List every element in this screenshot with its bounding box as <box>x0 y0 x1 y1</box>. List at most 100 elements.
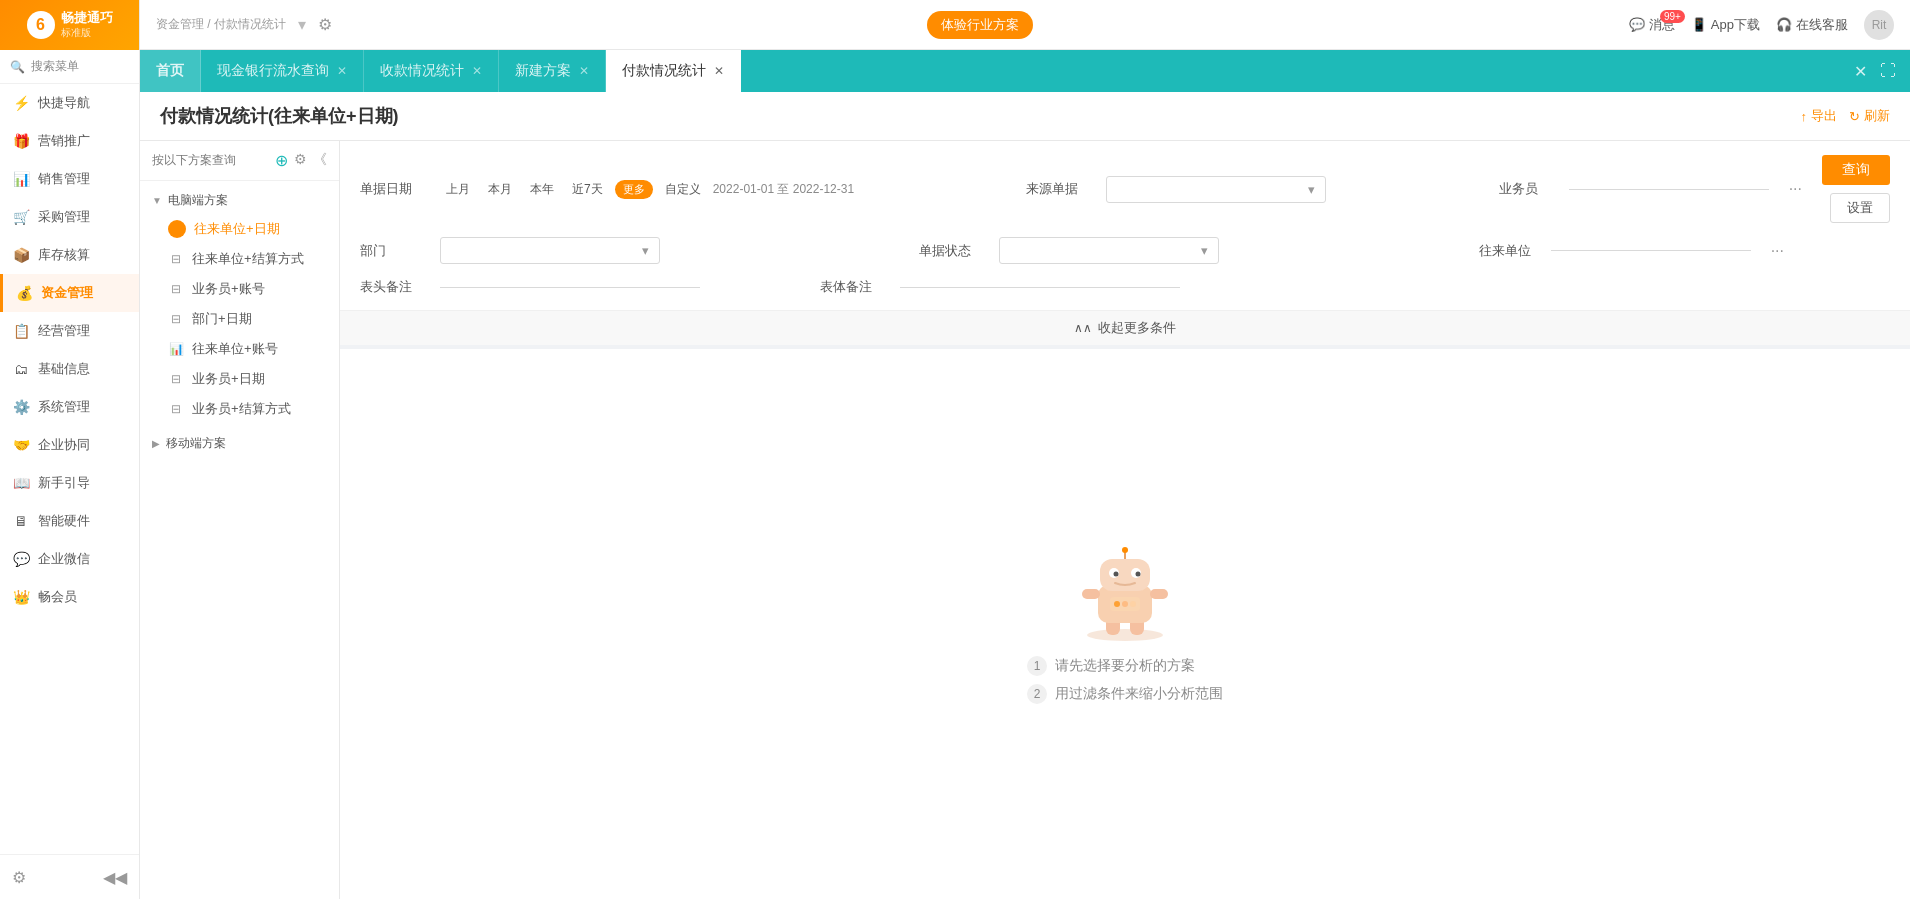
collapse-bar[interactable]: ∧∧ 收起更多条件 <box>340 310 1910 345</box>
sidebar-item-operations[interactable]: 📋 经营管理 <box>0 312 139 350</box>
scheme-item-label: 业务员+账号 <box>192 280 265 298</box>
scheme-item-salesman-date[interactable]: ⊟ 业务员+日期 <box>140 364 339 394</box>
operations-icon: 📋 <box>12 322 30 340</box>
topbar-left: 资金管理 / 付款情况统计 ▾ ⚙ <box>156 15 332 34</box>
sidebar-item-wechat[interactable]: 💬 企业微信 <box>0 540 139 578</box>
source-select[interactable]: ▾ <box>1106 176 1326 203</box>
sidebar-item-label: 快捷导航 <box>38 94 90 112</box>
date-opt-last-month[interactable]: 上月 <box>440 179 476 200</box>
sidebar-item-label: 采购管理 <box>38 208 90 226</box>
app-title: 畅捷通巧 <box>61 10 113 26</box>
enterprise-icon: 🤝 <box>12 436 30 454</box>
date-options: 上月 本月 本年 近7天 更多 自定义 2022-01-01 至 2022-12… <box>440 179 854 200</box>
scheme-item-salesman-settle[interactable]: ⊟ 业务员+结算方式 <box>140 394 339 424</box>
sidebar-item-hardware[interactable]: 🖥 智能硬件 <box>0 502 139 540</box>
tab-new-scheme[interactable]: 新建方案 ✕ <box>499 50 606 92</box>
salesman-dots-icon[interactable]: ··· <box>1789 180 1802 198</box>
sidebar-item-member[interactable]: 👑 畅会员 <box>0 578 139 616</box>
sidebar-search[interactable]: 🔍 搜索菜单 <box>0 50 139 84</box>
counterpart-dots-icon[interactable]: ··· <box>1771 242 1784 260</box>
tabbar-actions: ✕ ⛶ <box>1838 50 1910 92</box>
desktop-section-label: 电脑端方案 <box>168 192 228 209</box>
date-opt-this-month[interactable]: 本月 <box>482 179 518 200</box>
tip-num-2: 2 <box>1027 684 1047 704</box>
sidebar-item-system[interactable]: ⚙️ 系统管理 <box>0 388 139 426</box>
online-service-button[interactable]: 🎧 在线客服 <box>1776 16 1848 34</box>
scheme-panel-header: 按以下方案查询 ⊕ ⚙ 《 <box>140 141 339 181</box>
tab-home-label: 首页 <box>156 62 184 80</box>
date-opt-more[interactable]: 更多 <box>615 180 653 199</box>
tab-payment-stats-close-icon[interactable]: ✕ <box>714 64 724 78</box>
date-range-text: 2022-01-01 至 2022-12-31 <box>713 181 854 198</box>
app-title-block: 畅捷通巧 标准版 <box>61 10 113 40</box>
scheme-settings-icon[interactable]: ⚙ <box>294 151 307 170</box>
sidebar-item-purchase[interactable]: 🛒 采购管理 <box>0 198 139 236</box>
desktop-section-title[interactable]: ▼ 电脑端方案 <box>140 187 339 214</box>
source-label: 来源单据 <box>1026 180 1086 198</box>
sidebar-item-guide[interactable]: 📖 新手引导 <box>0 464 139 502</box>
scheme-item-label: 往来单位+日期 <box>194 220 280 238</box>
export-icon: ↑ <box>1801 109 1808 124</box>
doc-status-select[interactable]: ▾ <box>999 237 1219 264</box>
scheme-collapse-icon[interactable]: 《 <box>313 151 327 170</box>
dept-select[interactable]: ▾ <box>440 237 660 264</box>
header-note-label: 表头备注 <box>360 278 420 296</box>
header-note-input[interactable] <box>440 287 700 288</box>
basic-info-icon: 🗂 <box>12 360 30 378</box>
date-opt-this-year[interactable]: 本年 <box>524 179 560 200</box>
footer-settings-icon[interactable]: ⚙ <box>12 868 26 887</box>
scheme-item-label: 业务员+结算方式 <box>192 400 291 418</box>
footer-collapse-icon[interactable]: ◀◀ <box>103 868 127 887</box>
tab-new-scheme-close-icon[interactable]: ✕ <box>579 64 589 78</box>
app-download-button[interactable]: 📱 App下载 <box>1691 16 1760 34</box>
dropdown-arrow-icon[interactable]: ▾ <box>298 15 306 34</box>
collapse-label: 收起更多条件 <box>1098 319 1176 337</box>
tab-bank-flow-close-icon[interactable]: ✕ <box>337 64 347 78</box>
sidebar-item-quick-nav[interactable]: ⚡ 快捷导航 <box>0 84 139 122</box>
body-note-input[interactable] <box>900 287 1180 288</box>
svg-point-8 <box>1114 571 1119 576</box>
mobile-section-title[interactable]: ▶ 移动端方案 <box>140 430 339 457</box>
scheme-item-counterpart-settle[interactable]: ⊟ 往来单位+结算方式 <box>140 244 339 274</box>
scheme-add-icon[interactable]: ⊕ <box>275 151 288 170</box>
date-opt-7days[interactable]: 近7天 <box>566 179 609 200</box>
trial-button[interactable]: 体验行业方案 <box>927 11 1033 39</box>
sidebar-item-marketing[interactable]: 🎁 营销推广 <box>0 122 139 160</box>
scheme-item-salesman-account[interactable]: ⊟ 业务员+账号 <box>140 274 339 304</box>
topbar-settings-icon[interactable]: ⚙ <box>318 15 332 34</box>
scheme-table-icon: ⊟ <box>168 401 184 417</box>
sidebar-item-finance[interactable]: 💰 资金管理 <box>0 274 139 312</box>
tab-receipt-stats-close-icon[interactable]: ✕ <box>472 64 482 78</box>
date-opt-custom[interactable]: 自定义 <box>659 179 707 200</box>
tab-bank-flow[interactable]: 现金银行流水查询 ✕ <box>201 50 364 92</box>
salesman-input[interactable] <box>1569 189 1769 190</box>
refresh-button[interactable]: ↻ 刷新 <box>1849 107 1890 125</box>
tab-home[interactable]: 首页 <box>140 50 201 92</box>
scheme-item-label: 往来单位+结算方式 <box>192 250 304 268</box>
mobile-arrow-icon: ▶ <box>152 438 160 449</box>
scheme-item-label: 部门+日期 <box>192 310 252 328</box>
page-title: 付款情况统计(往来单位+日期) <box>160 104 399 128</box>
query-button[interactable]: 查询 <box>1822 155 1890 185</box>
scheme-item-counterpart-account[interactable]: 📊 往来单位+账号 <box>140 334 339 364</box>
export-button[interactable]: ↑ 导出 <box>1801 107 1838 125</box>
settings-button[interactable]: 设置 <box>1830 193 1890 223</box>
tab-maximize-icon[interactable]: ⛶ <box>1876 59 1900 83</box>
tab-close-all-icon[interactable]: ✕ <box>1848 59 1872 83</box>
message-icon: 💬 <box>1629 17 1645 32</box>
dept-label: 部门 <box>360 242 420 260</box>
tab-payment-stats[interactable]: 付款情况统计 ✕ <box>606 50 741 92</box>
app-icon: 📱 <box>1691 17 1707 32</box>
scheme-item-dept-date[interactable]: ⊟ 部门+日期 <box>140 304 339 334</box>
sidebar-item-enterprise[interactable]: 🤝 企业协同 <box>0 426 139 464</box>
sidebar-item-inventory[interactable]: 📦 库存核算 <box>0 236 139 274</box>
sidebar-item-sales[interactable]: 📊 销售管理 <box>0 160 139 198</box>
svg-point-0 <box>1087 629 1163 641</box>
scheme-item-counterpart-date[interactable]: 往来单位+日期 <box>140 214 339 244</box>
message-button[interactable]: 💬 消息 99+ <box>1629 16 1675 34</box>
scheme-table-icon: ⊟ <box>168 251 184 267</box>
user-avatar[interactable]: Rit <box>1864 10 1894 40</box>
tab-receipt-stats[interactable]: 收款情况统计 ✕ <box>364 50 499 92</box>
counterpart-input[interactable] <box>1551 250 1751 251</box>
sidebar-item-basic-info[interactable]: 🗂 基础信息 <box>0 350 139 388</box>
